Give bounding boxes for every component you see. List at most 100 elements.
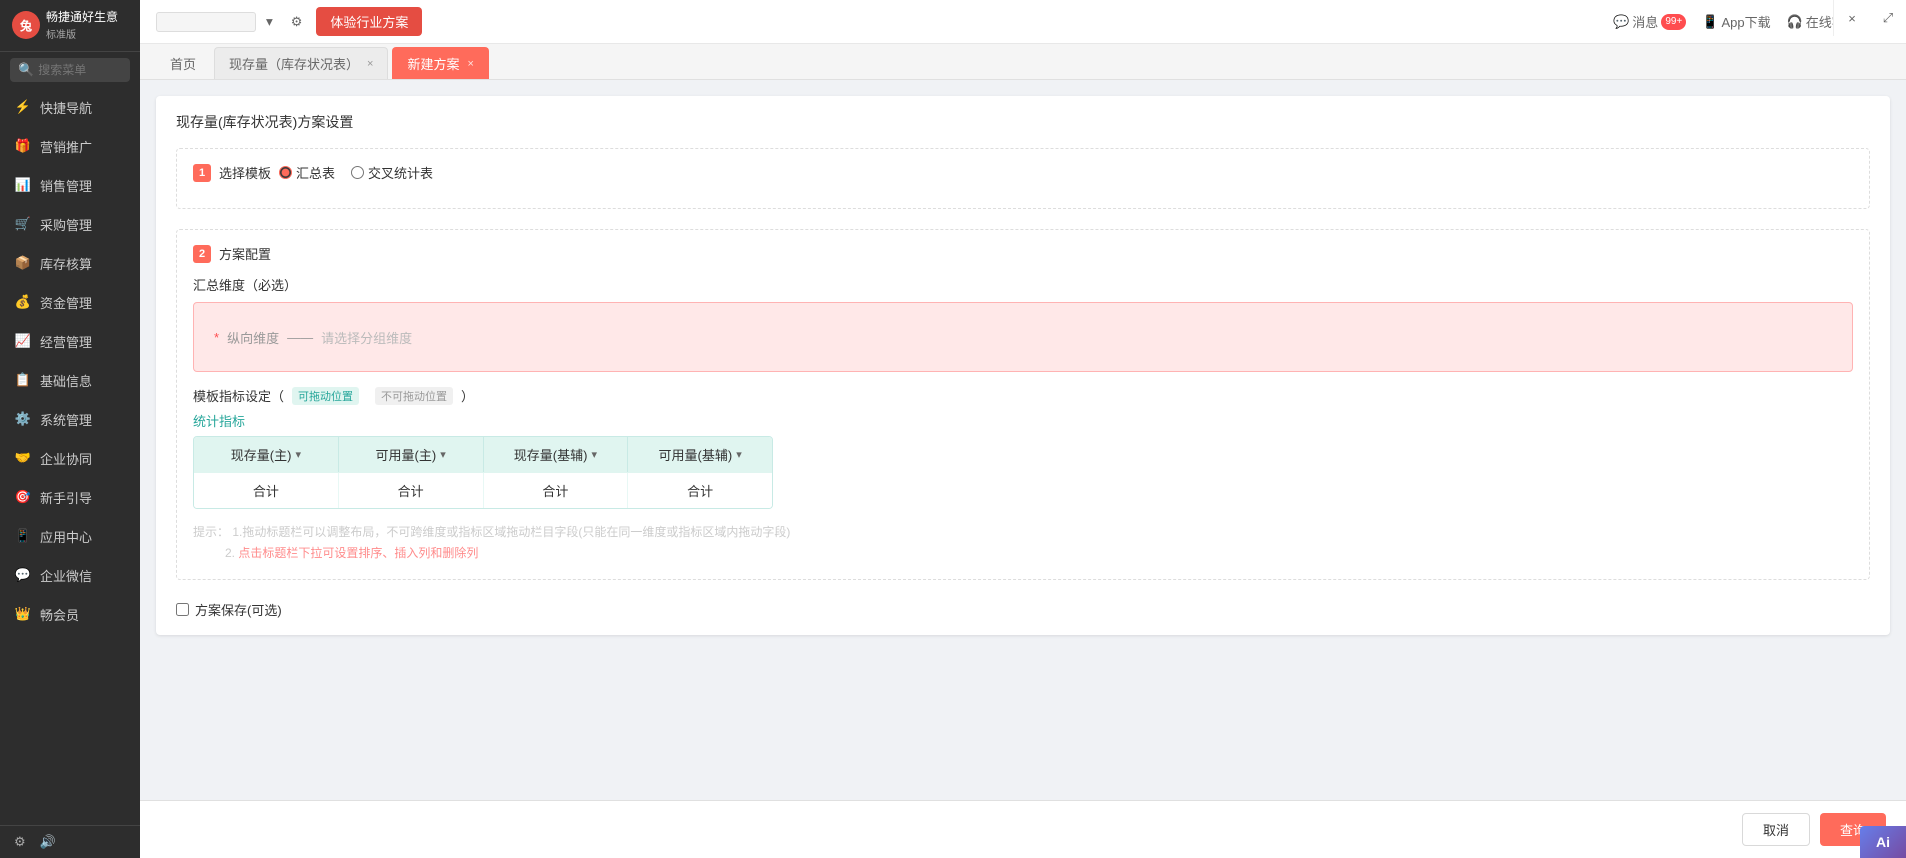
- sidebar-item-label: 企业协同: [40, 449, 92, 468]
- stats-col-1[interactable]: 现存量(主) ▾: [194, 437, 339, 472]
- app-download-button[interactable]: 📱 App下载: [1702, 12, 1770, 31]
- step2-header: 2 方案配置: [193, 244, 1853, 263]
- sidebar-item-quick-nav[interactable]: ⚡ 快捷导航: [0, 88, 140, 127]
- stats-col-4[interactable]: 可用量(基辅) ▾: [628, 437, 772, 472]
- col1-dropdown-icon[interactable]: ▾: [295, 448, 301, 461]
- config-body: 汇总维度（必选） * 纵向维度 —— 请选择分组维度 模板指标设定（ 可拖: [193, 275, 1853, 561]
- apps-icon: 📱: [14, 527, 32, 545]
- finance-icon: 💰: [14, 293, 32, 311]
- step1-title: 选择模板: [219, 163, 271, 182]
- tip-1: 提示： 1.拖动标题栏可以调整布局，不可跨维度或指标区域拖动栏目字段(只能在同一…: [193, 523, 1853, 540]
- stats-cell-2: 合计: [339, 473, 484, 508]
- summary-dimension-label: 汇总维度（必选）: [193, 275, 1853, 294]
- newbie-icon: 🎯: [14, 488, 32, 506]
- stats-cell-4: 合计: [628, 473, 772, 508]
- tips-text-1: 1.拖动标题栏可以调整布局，不可跨维度或指标区域拖动栏目字段(只能在同一维度或指…: [232, 525, 790, 539]
- radio-cross-text: 交叉统计表: [368, 163, 433, 182]
- close-button[interactable]: ×: [1834, 0, 1870, 36]
- sidebar-item-basic[interactable]: 📋 基础信息: [0, 361, 140, 400]
- step2-section: 2 方案配置 汇总维度（必选） * 纵向维度 —— 请选择分组维度: [176, 229, 1870, 580]
- col2-dropdown-icon[interactable]: ▾: [440, 448, 446, 461]
- breadcrumb-input[interactable]: [156, 12, 256, 32]
- stats-col-4-label: 可用量(基辅): [659, 445, 733, 464]
- topbar-left: ▾: [156, 12, 277, 32]
- radio-cross-label[interactable]: 交叉统计表: [351, 163, 433, 182]
- sidebar-item-apps[interactable]: 📱 应用中心: [0, 517, 140, 556]
- radio-summary-text: 汇总表: [296, 163, 335, 182]
- phone-icon: 📱: [1702, 14, 1718, 30]
- bottom-bar: 取消 查询: [140, 800, 1906, 858]
- stats-col-3[interactable]: 现存量(基辅) ▾: [484, 437, 629, 472]
- breadcrumb-dropdown-button[interactable]: ▾: [262, 12, 277, 32]
- stats-label: 统计指标: [193, 411, 1853, 430]
- sidebar-item-label: 系统管理: [40, 410, 92, 429]
- business-icon: 📈: [14, 332, 32, 350]
- radio-summary[interactable]: [279, 166, 292, 179]
- tips-section: 提示： 1.拖动标题栏可以调整布局，不可跨维度或指标区域拖动栏目字段(只能在同一…: [193, 523, 1853, 561]
- sidebar-item-business[interactable]: 📈 经营管理: [0, 322, 140, 361]
- save-plan-checkbox[interactable]: [176, 603, 189, 616]
- settings-icon[interactable]: ⚙: [14, 834, 26, 850]
- window-controls: × ⤢: [1833, 0, 1906, 36]
- stats-col-2[interactable]: 可用量(主) ▾: [339, 437, 484, 472]
- ai-badge[interactable]: Ai: [1860, 826, 1906, 858]
- message-button[interactable]: 💬 消息 99+: [1613, 12, 1686, 31]
- dimension-area[interactable]: * 纵向维度 —— 请选择分组维度: [193, 302, 1853, 372]
- tab-new-close-icon[interactable]: ×: [467, 58, 473, 70]
- tips-prefix-2: 2.: [193, 546, 235, 560]
- tab-inventory-status[interactable]: 现存量（库存状况表） ×: [214, 47, 388, 79]
- step2-badge: 2: [193, 245, 211, 263]
- sales-icon: 📊: [14, 176, 32, 194]
- sidebar-item-wechat[interactable]: 💬 企业微信: [0, 556, 140, 595]
- tab-home[interactable]: 首页: [156, 48, 210, 79]
- sidebar-logo: 兔 畅捷通好生意 标准版: [0, 0, 140, 52]
- tab-inventory-close-icon[interactable]: ×: [367, 58, 373, 70]
- search-input[interactable]: [38, 63, 118, 77]
- tab-home-label: 首页: [170, 54, 196, 73]
- sidebar-item-label: 应用中心: [40, 527, 92, 546]
- sidebar-item-system[interactable]: ⚙️ 系统管理: [0, 400, 140, 439]
- sidebar-item-sales[interactable]: 📊 销售管理: [0, 166, 140, 205]
- sidebar-item-label: 库存核算: [40, 254, 92, 273]
- save-plan-label: 方案保存(可选): [195, 600, 282, 619]
- template-radio-group: 汇总表 交叉统计表: [279, 163, 433, 182]
- help-icon[interactable]: 🔊: [40, 834, 56, 850]
- expand-button[interactable]: ⤢: [1870, 0, 1906, 36]
- non-draggable-tag: 不可拖动位置: [375, 387, 453, 405]
- tab-new-plan[interactable]: 新建方案 ×: [392, 47, 488, 79]
- sidebar-item-inventory[interactable]: 📦 库存核算: [0, 244, 140, 283]
- stats-table: 现存量(主) ▾ 可用量(主) ▾ 现存量(基辅) ▾: [193, 436, 773, 509]
- search-input-wrapper[interactable]: 🔍: [10, 58, 130, 82]
- stats-data-row: 合计 合计 合计 合计: [194, 472, 772, 508]
- plan-button[interactable]: 体验行业方案: [316, 7, 422, 36]
- sidebar-item-finance[interactable]: 💰 资金管理: [0, 283, 140, 322]
- page-content: 现存量(库存状况表)方案设置 1 选择模板 汇总表 交叉统计表: [140, 80, 1906, 800]
- sidebar-item-label: 销售管理: [40, 176, 92, 195]
- indicator-label-text: 模板指标设定（: [193, 386, 284, 405]
- app-name: 畅捷通好生意: [46, 10, 118, 26]
- radio-cross[interactable]: [351, 166, 364, 179]
- sidebar-item-contract[interactable]: 🤝 企业协同: [0, 439, 140, 478]
- col3-dropdown-icon[interactable]: ▾: [591, 448, 597, 461]
- logo-icon: 兔: [12, 11, 40, 39]
- step1-section: 1 选择模板 汇总表 交叉统计表: [176, 148, 1870, 209]
- tip-2: 2. 点击标题栏下拉可设置排序、插入列和删除列: [193, 544, 1853, 561]
- system-icon: ⚙️: [14, 410, 32, 428]
- purchase-icon: 🛒: [14, 215, 32, 233]
- message-label: 消息: [1632, 12, 1658, 31]
- gear-icon[interactable]: ⚙: [287, 10, 307, 34]
- save-plan-row: 方案保存(可选): [176, 600, 1870, 619]
- cancel-button[interactable]: 取消: [1742, 813, 1810, 846]
- sidebar-item-member[interactable]: 👑 畅会员: [0, 595, 140, 634]
- message-icon: 💬: [1613, 14, 1629, 30]
- page-title: 现存量(库存状况表)方案设置: [176, 112, 1870, 132]
- sidebar-item-purchase[interactable]: 🛒 采购管理: [0, 205, 140, 244]
- radio-summary-label[interactable]: 汇总表: [279, 163, 335, 182]
- col4-dropdown-icon[interactable]: ▾: [736, 448, 742, 461]
- sidebar-item-newbie[interactable]: 🎯 新手引导: [0, 478, 140, 517]
- wechat-icon: 💬: [14, 566, 32, 584]
- sidebar-item-label: 快捷导航: [40, 98, 92, 117]
- sidebar-item-marketing[interactable]: 🎁 营销推广: [0, 127, 140, 166]
- member-icon: 👑: [14, 605, 32, 623]
- indicator-label: 模板指标设定（ 可拖动位置 不可拖动位置 ）: [193, 386, 1853, 405]
